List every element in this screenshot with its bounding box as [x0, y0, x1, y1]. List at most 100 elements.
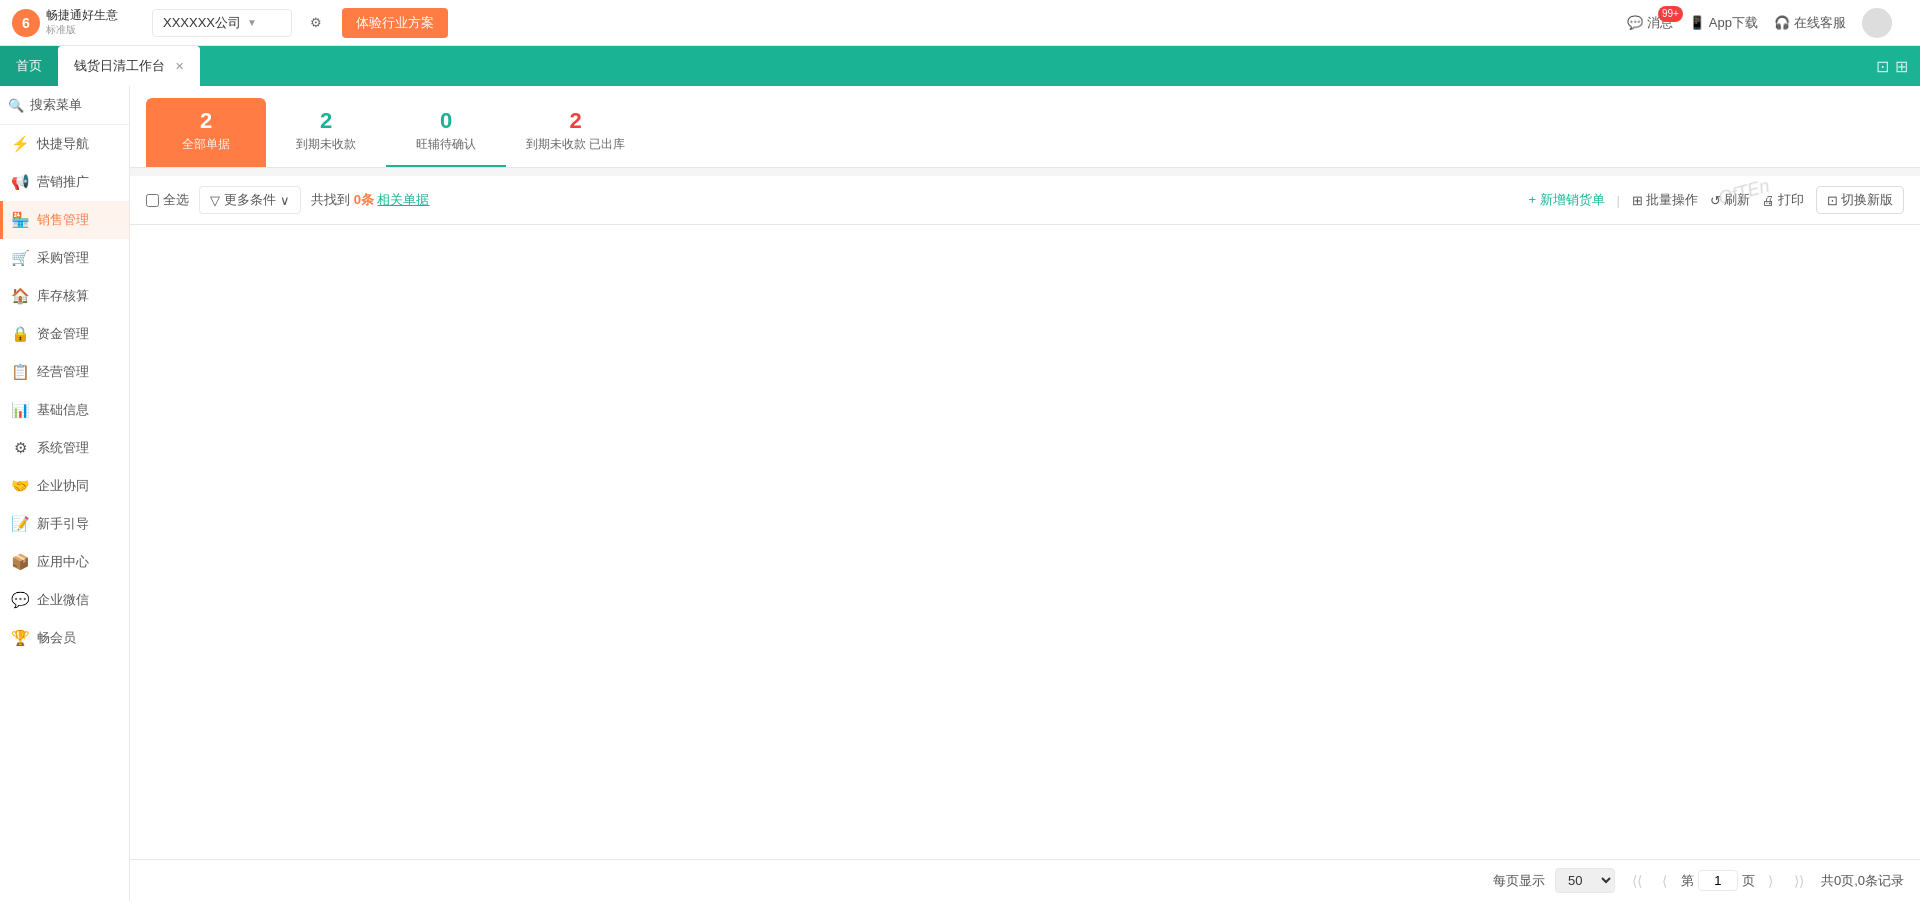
sidebar-item-enterprise[interactable]: 🤝 企业协同	[0, 467, 129, 505]
page-total: 共0页,0条记录	[1821, 872, 1904, 890]
online-service-label: 在线客服	[1794, 14, 1846, 32]
per-page-select[interactable]: 50 10 20 100	[1555, 868, 1615, 893]
sidebar-label-quick-nav: 快捷导航	[37, 135, 89, 153]
mobile-icon: 📱	[1689, 15, 1705, 30]
search-menu-item[interactable]: 🔍 搜索菜单	[0, 86, 129, 125]
more-filters-button[interactable]: ▽ 更多条件 ∨	[199, 186, 301, 214]
sidebar-item-member[interactable]: 🏆 畅会员	[0, 619, 129, 657]
page-nav: ⟨⟨ ⟨ 第 页 ⟩ ⟩⟩	[1625, 869, 1811, 893]
sidebar-item-operations[interactable]: 📋 经营管理	[0, 353, 129, 391]
app-download-label: App下载	[1709, 14, 1758, 32]
sidebar-label-marketing: 营销推广	[37, 173, 89, 191]
last-page-button[interactable]: ⟩⟩	[1787, 869, 1811, 893]
stat-tab-pending[interactable]: 0 旺辅待确认	[386, 98, 506, 167]
message-icon: 💬	[1627, 15, 1643, 30]
marketing-icon: 📢	[11, 173, 29, 191]
sidebar-item-wechat[interactable]: 💬 企业微信	[0, 581, 129, 619]
tab-workbench[interactable]: 钱货日清工作台 ✕	[58, 46, 200, 86]
sidebar-label-enterprise: 企业协同	[37, 477, 89, 495]
basic-info-icon: 📊	[11, 401, 29, 419]
batch-button[interactable]: ⊞ 批量操作	[1632, 191, 1698, 209]
sidebar-item-quick-nav[interactable]: ⚡ 快捷导航	[0, 125, 129, 163]
stat-tab-all[interactable]: 2 全部单据	[146, 98, 266, 167]
page-label-2: 页	[1742, 872, 1755, 890]
wechat-icon: 💬	[11, 591, 29, 609]
filter-icon: ▽	[210, 193, 220, 208]
company-selector[interactable]: XXXXXX公司 ▼	[152, 9, 292, 37]
stat-tab-overdue[interactable]: 2 到期未收款	[266, 98, 386, 167]
sidebar-item-sales[interactable]: 🏪 销售管理	[0, 201, 129, 239]
main-layout: 🔍 搜索菜单 ⚡ 快捷导航 📢 营销推广 🏪 销售管理 🛒 采购管理 🏠 库存核…	[0, 86, 1920, 901]
sidebar-label-guide: 新手引导	[37, 515, 89, 533]
app-badge: 标准版	[46, 23, 118, 37]
stat-num-all: 2	[166, 108, 246, 134]
header-right: 💬 消息 99+ 📱 App下载 🎧 在线客服	[1627, 8, 1908, 38]
app-download-button[interactable]: 📱 App下载	[1689, 14, 1758, 32]
stat-num-pending: 0	[406, 108, 486, 134]
select-all-input[interactable]	[146, 194, 159, 207]
member-icon: 🏆	[11, 629, 29, 647]
refresh-label: 刷新	[1724, 191, 1750, 209]
sidebar-label-member: 畅会员	[37, 629, 76, 647]
toolbar: 全选 ▽ 更多条件 ∨ 共找到 0条 相关单据 + 新增销货单 | ⊞	[130, 176, 1920, 225]
chevron-down-icon: ∨	[280, 193, 290, 208]
avatar[interactable]	[1862, 8, 1892, 38]
stats-tabs: 2 全部单据 2 到期未收款 0 旺辅待确认 2 到期未收款 已出库	[130, 86, 1920, 168]
pagination-bar: 每页显示 50 10 20 100 ⟨⟨ ⟨ 第 页 ⟩ ⟩⟩ 共0页,0条记录	[130, 859, 1920, 901]
sidebar-item-guide[interactable]: 📝 新手引导	[0, 505, 129, 543]
page-input[interactable]	[1698, 870, 1738, 891]
sidebar-item-marketing[interactable]: 📢 营销推广	[0, 163, 129, 201]
refresh-button[interactable]: ↺ 刷新	[1710, 191, 1750, 209]
sidebar-label-inventory: 库存核算	[37, 287, 89, 305]
select-all-checkbox[interactable]: 全选	[146, 191, 189, 209]
toolbar-left: 全选 ▽ 更多条件 ∨ 共找到 0条 相关单据	[146, 186, 1516, 214]
logo-icon: 6	[12, 9, 40, 37]
operations-icon: 📋	[11, 363, 29, 381]
stat-label-all: 全部单据	[166, 136, 246, 153]
sidebar-item-purchase[interactable]: 🛒 采购管理	[0, 239, 129, 277]
sidebar-item-app-center[interactable]: 📦 应用中心	[0, 543, 129, 581]
top-header: 6 畅捷通好生意 标准版 XXXXXX公司 ▼ ⚙ 体验行业方案 💬 消息 99…	[0, 0, 1920, 46]
add-order-button[interactable]: + 新增销货单	[1528, 191, 1604, 209]
sidebar-item-system[interactable]: ⚙ 系统管理	[0, 429, 129, 467]
sidebar-label-purchase: 采购管理	[37, 249, 89, 267]
tab-actions: ⊡ ⊞	[1876, 57, 1920, 76]
tab-home[interactable]: 首页	[0, 46, 58, 86]
expand-icon[interactable]: ⊞	[1895, 57, 1908, 76]
switch-version-button[interactable]: ⊡ 切换新版	[1816, 186, 1904, 214]
online-service-button[interactable]: 🎧 在线客服	[1774, 14, 1846, 32]
workbench-tab-label: 钱货日清工作台	[74, 57, 165, 75]
toolbar-right: + 新增销货单 | ⊞ 批量操作 ↺ 刷新 🖨 打印 ⊡ 切换新版	[1528, 186, 1904, 214]
settings-button[interactable]: ⚙	[300, 7, 332, 39]
batch-label: 批量操作	[1646, 191, 1698, 209]
prev-page-button[interactable]: ⟨	[1653, 869, 1677, 893]
stat-label-overdue-shipped: 到期未收款 已出库	[526, 136, 625, 153]
message-badge: 99+	[1658, 6, 1683, 22]
guide-icon: 📝	[11, 515, 29, 533]
related-link[interactable]: 相关单据	[377, 192, 429, 207]
gear-icon: ⚙	[310, 15, 322, 30]
switch-icon: ⊡	[1827, 193, 1838, 208]
sidebar-item-inventory[interactable]: 🏠 库存核算	[0, 277, 129, 315]
sidebar-item-finance[interactable]: 🔒 资金管理	[0, 315, 129, 353]
print-label: 打印	[1778, 191, 1804, 209]
tab-close-icon[interactable]: ✕	[175, 60, 184, 73]
minimize-icon[interactable]: ⊡	[1876, 57, 1889, 76]
logo-area: 6 畅捷通好生意 标准版	[12, 8, 142, 38]
per-page-label: 每页显示	[1493, 872, 1545, 890]
inventory-icon: 🏠	[11, 287, 29, 305]
stat-tab-overdue-shipped[interactable]: 2 到期未收款 已出库	[506, 98, 645, 167]
search-menu-label: 搜索菜单	[30, 96, 82, 114]
company-name: XXXXXX公司	[163, 14, 241, 32]
next-page-button[interactable]: ⟩	[1759, 869, 1783, 893]
sidebar-label-finance: 资金管理	[37, 325, 89, 343]
search-icon: 🔍	[8, 98, 24, 113]
stat-label-pending: 旺辅待确认	[406, 136, 486, 153]
print-button[interactable]: 🖨 打印	[1762, 191, 1804, 209]
sidebar-item-basic-info[interactable]: 📊 基础信息	[0, 391, 129, 429]
trial-button[interactable]: 体验行业方案	[342, 8, 448, 38]
message-button[interactable]: 💬 消息 99+	[1627, 14, 1673, 32]
sidebar-label-basic-info: 基础信息	[37, 401, 89, 419]
dropdown-arrow-icon: ▼	[247, 17, 257, 28]
first-page-button[interactable]: ⟨⟨	[1625, 869, 1649, 893]
